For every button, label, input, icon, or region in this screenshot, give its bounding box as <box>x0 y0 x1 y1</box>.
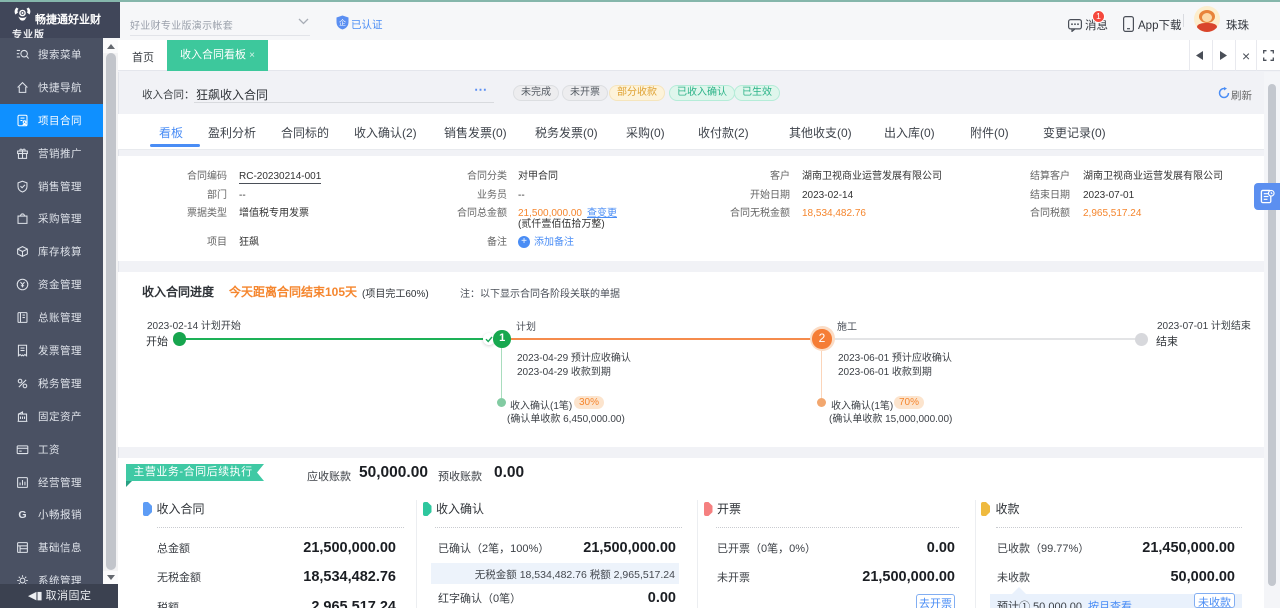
svg-text:企: 企 <box>339 18 346 27</box>
svg-text:G: G <box>18 510 26 522</box>
